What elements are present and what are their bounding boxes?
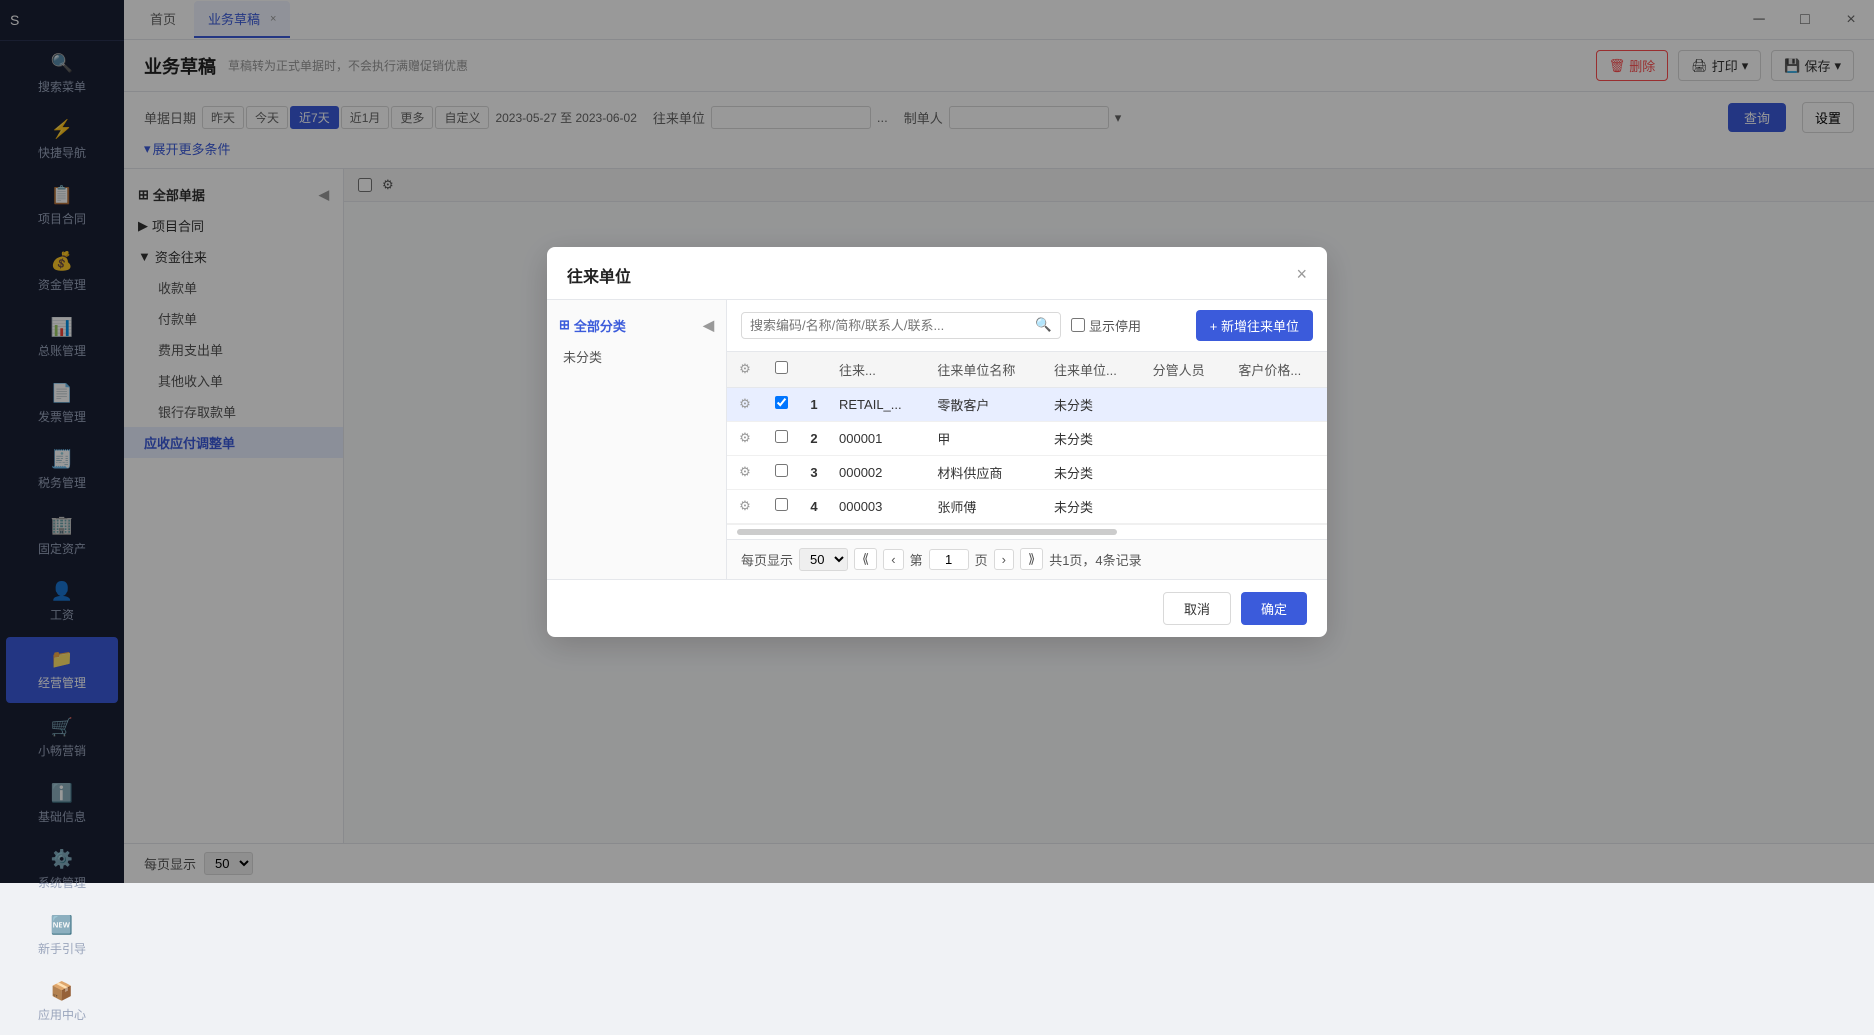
dialog-page-size-select[interactable]: 50 — [799, 548, 848, 571]
row-num: 3 — [799, 455, 829, 489]
category-header: ⊞ 全部分类 ◀ — [547, 310, 726, 341]
row-checkbox-cell — [763, 489, 799, 523]
row-checkbox[interactable] — [775, 464, 788, 477]
row-checkbox-cell — [763, 387, 799, 421]
col-header-gear[interactable]: ⚙ — [727, 352, 763, 388]
row-manager — [1143, 387, 1229, 421]
dialog-body: ⊞ 全部分类 ◀ 未分类 🔍 显示停用 — [547, 300, 1327, 579]
table-row[interactable]: ⚙ 2 000001 甲 未分类 — [727, 421, 1327, 455]
dialog-toolbar: 🔍 显示停用 + 新增往来单位 — [727, 300, 1327, 352]
dialog-table-wrap: ⚙ 往来... 往来单位名称 往来单位... 分管人员 客户价格... — [727, 352, 1327, 524]
dialog-table: ⚙ 往来... 往来单位名称 往来单位... 分管人员 客户价格... — [727, 352, 1327, 524]
sidebar-item-new-guide[interactable]: 🆕 新手引导 — [0, 903, 124, 969]
dialog-close-button[interactable]: × — [1296, 264, 1307, 285]
row-category: 未分类 — [1044, 489, 1143, 523]
row-category: 未分类 — [1044, 387, 1143, 421]
col-header-check — [763, 352, 799, 388]
sidebar-item-app-center[interactable]: 📦 应用中心 — [0, 969, 124, 1035]
grid-icon-dialog: ⊞ — [559, 317, 570, 333]
sidebar-item-label: 新手引导 — [38, 940, 86, 957]
row-checkbox-cell — [763, 455, 799, 489]
dialog-page-input[interactable] — [929, 549, 969, 570]
table-row[interactable]: ⚙ 1 RETAIL_... 零散客户 未分类 — [727, 387, 1327, 421]
row-name: 甲 — [927, 421, 1044, 455]
row-num: 2 — [799, 421, 829, 455]
dialog-next-page-button[interactable]: › — [994, 549, 1014, 570]
new-guide-icon: 🆕 — [51, 915, 73, 936]
dialog-actions: 取消 确定 — [547, 579, 1327, 637]
table-header-row: ⚙ 往来... 往来单位名称 往来单位... 分管人员 客户价格... — [727, 352, 1327, 388]
dialog-cancel-button[interactable]: 取消 — [1163, 592, 1231, 625]
category-collapse-button[interactable]: ◀ — [703, 317, 714, 334]
row-manager — [1143, 489, 1229, 523]
dialog-first-page-button[interactable]: ⟪ — [854, 548, 877, 570]
row-gear[interactable]: ⚙ — [727, 455, 763, 489]
row-gear[interactable]: ⚙ — [727, 421, 763, 455]
row-code: 000002 — [829, 455, 927, 489]
row-manager — [1143, 455, 1229, 489]
dialog-content: 🔍 显示停用 + 新增往来单位 ⚙ — [727, 300, 1327, 579]
row-gear[interactable]: ⚙ — [727, 387, 763, 421]
row-price — [1228, 421, 1327, 455]
col-header-num — [799, 352, 829, 388]
show-disabled-label: 显示停用 — [1071, 316, 1141, 335]
row-checkbox-cell — [763, 421, 799, 455]
row-category: 未分类 — [1044, 455, 1143, 489]
row-checkbox[interactable] — [775, 430, 788, 443]
dialog-search-button[interactable]: 🔍 — [1027, 313, 1060, 337]
app-center-icon: 📦 — [51, 981, 73, 1002]
dialog-title: 往来单位 — [567, 263, 631, 287]
row-price — [1228, 387, 1327, 421]
col-header-manager: 分管人员 — [1143, 352, 1229, 388]
dialog: 往来单位 × ⊞ 全部分类 ◀ 未分类 — [547, 247, 1327, 637]
dialog-confirm-button[interactable]: 确定 — [1241, 592, 1307, 625]
table-row[interactable]: ⚙ 3 000002 材料供应商 未分类 — [727, 455, 1327, 489]
dialog-pagination: 每页显示 50 ⟪ ‹ 第 页 › ⟫ 共1页，4条记录 — [727, 539, 1327, 579]
row-checkbox[interactable] — [775, 396, 788, 409]
dialog-category: ⊞ 全部分类 ◀ 未分类 — [547, 300, 727, 579]
row-checkbox[interactable] — [775, 498, 788, 511]
col-header-category: 往来单位... — [1044, 352, 1143, 388]
col-header-price: 客户价格... — [1228, 352, 1327, 388]
row-name: 材料供应商 — [927, 455, 1044, 489]
row-price — [1228, 455, 1327, 489]
row-gear[interactable]: ⚙ — [727, 489, 763, 523]
category-item-unclassified[interactable]: 未分类 — [547, 341, 726, 372]
dialog-header: 往来单位 × — [547, 247, 1327, 300]
horizontal-scrollbar[interactable] — [737, 529, 1117, 535]
row-price — [1228, 489, 1327, 523]
dialog-prev-page-button[interactable]: ‹ — [883, 549, 903, 570]
dialog-search-input[interactable] — [742, 313, 1027, 338]
sidebar-item-label: 应用中心 — [38, 1006, 86, 1023]
col-header-code: 往来... — [829, 352, 927, 388]
table-row[interactable]: ⚙ 4 000003 张师傅 未分类 — [727, 489, 1327, 523]
row-num: 4 — [799, 489, 829, 523]
row-code: RETAIL_... — [829, 387, 927, 421]
add-counterpart-button[interactable]: + 新增往来单位 — [1196, 310, 1313, 341]
dialog-overlay: 往来单位 × ⊞ 全部分类 ◀ 未分类 — [0, 0, 1874, 883]
row-num: 1 — [799, 387, 829, 421]
row-category: 未分类 — [1044, 421, 1143, 455]
col-header-name: 往来单位名称 — [927, 352, 1044, 388]
dialog-search-box: 🔍 — [741, 312, 1061, 339]
row-code: 000003 — [829, 489, 927, 523]
dialog-select-all[interactable] — [775, 361, 788, 374]
row-manager — [1143, 421, 1229, 455]
row-name: 零散客户 — [927, 387, 1044, 421]
dialog-last-page-button[interactable]: ⟫ — [1020, 548, 1043, 570]
row-code: 000001 — [829, 421, 927, 455]
show-disabled-checkbox[interactable] — [1071, 318, 1085, 332]
row-name: 张师傅 — [927, 489, 1044, 523]
